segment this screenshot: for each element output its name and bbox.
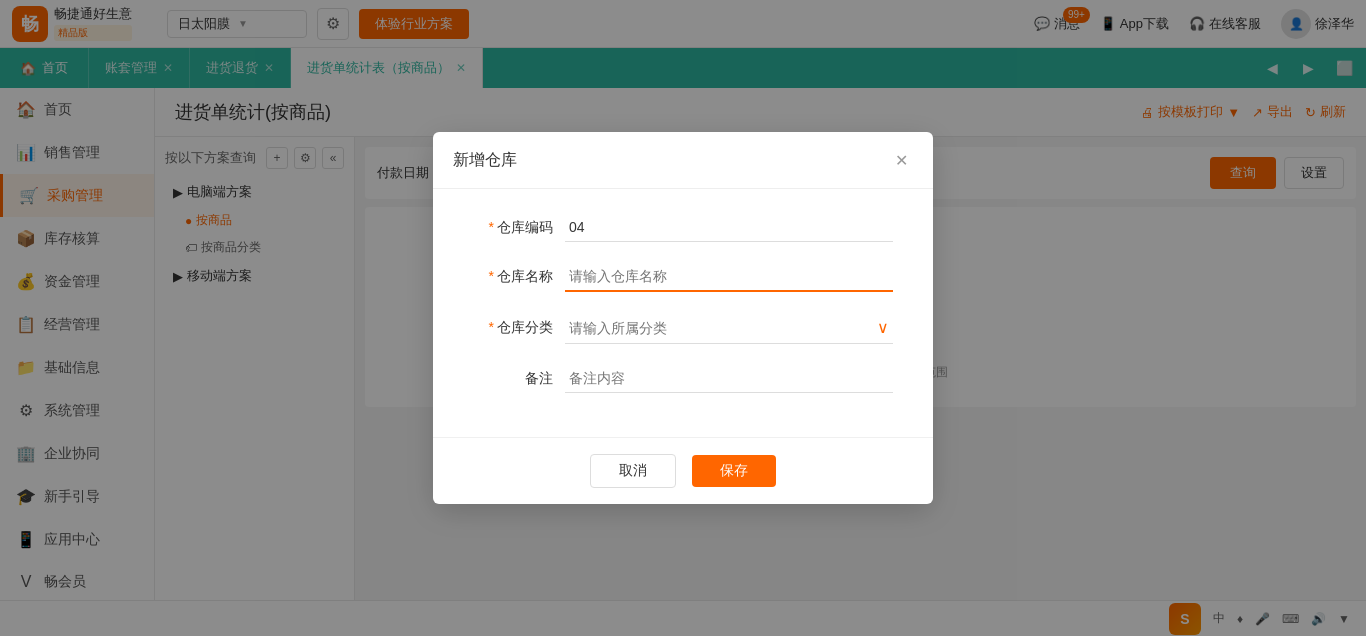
cancel-button[interactable]: 取消: [590, 454, 676, 488]
warehouse-category-select[interactable]: ∨: [565, 312, 893, 344]
warehouse-code-input[interactable]: [565, 213, 893, 242]
warehouse-name-label: 仓库名称: [473, 268, 553, 286]
modal-close-button[interactable]: ✕: [889, 148, 913, 172]
warehouse-category-input[interactable]: [569, 320, 877, 336]
warehouse-code-row: 仓库编码: [473, 213, 893, 242]
modal-header: 新增仓库 ✕: [433, 132, 933, 189]
warehouse-category-row: 仓库分类 ∨: [473, 312, 893, 344]
warehouse-note-input[interactable]: [565, 364, 893, 393]
warehouse-name-row: 仓库名称: [473, 262, 893, 292]
add-warehouse-modal: 新增仓库 ✕ 仓库编码 仓库名称 仓库分类 ∨: [433, 132, 933, 504]
modal-footer: 取消 保存: [433, 437, 933, 504]
category-dropdown-arrow: ∨: [877, 318, 889, 337]
save-button[interactable]: 保存: [692, 455, 776, 487]
modal-body: 仓库编码 仓库名称 仓库分类 ∨ 备注: [433, 189, 933, 437]
warehouse-name-input[interactable]: [565, 262, 893, 292]
warehouse-note-row: 备注: [473, 364, 893, 393]
warehouse-code-label: 仓库编码: [473, 219, 553, 237]
modal-title: 新增仓库: [453, 150, 517, 171]
warehouse-note-label: 备注: [473, 370, 553, 388]
warehouse-category-label: 仓库分类: [473, 319, 553, 337]
modal-overlay: 新增仓库 ✕ 仓库编码 仓库名称 仓库分类 ∨: [0, 0, 1366, 636]
